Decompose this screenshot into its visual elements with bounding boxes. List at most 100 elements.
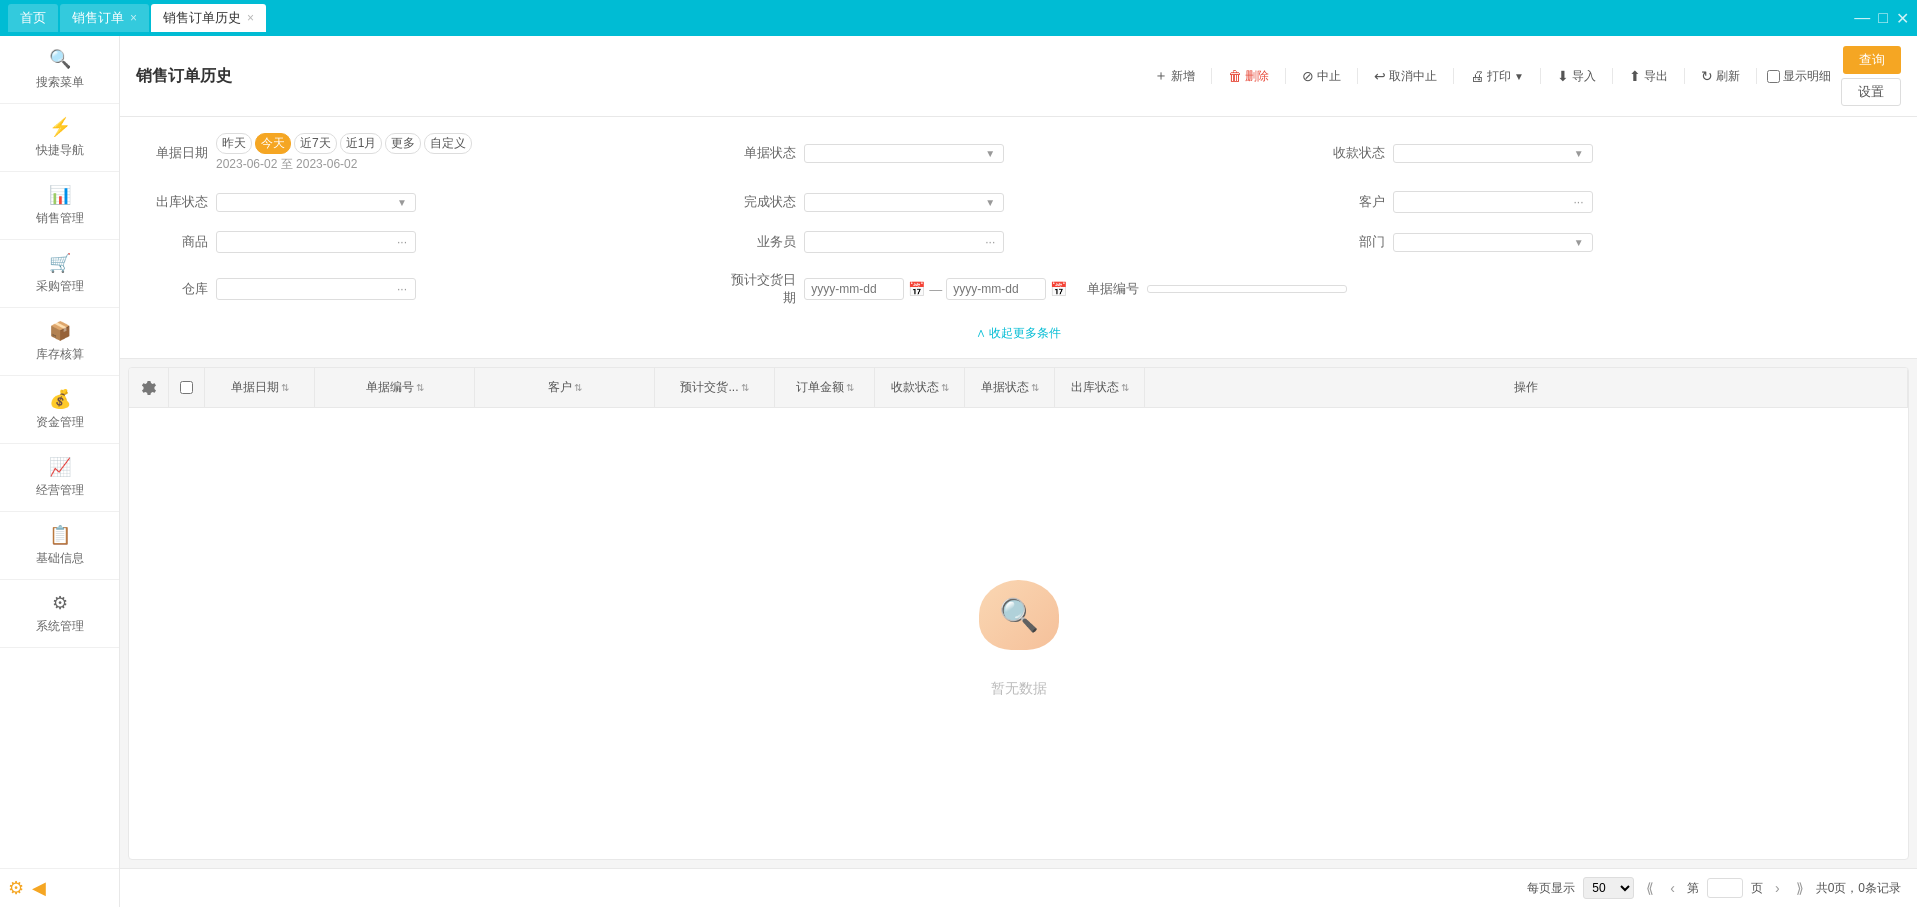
- date-btn-more[interactable]: 更多: [385, 133, 421, 154]
- tab-close-1[interactable]: ×: [130, 11, 137, 25]
- payment-status-arrow-icon: ▼: [1574, 148, 1584, 159]
- divider-2: [1285, 68, 1286, 84]
- sidebar-icon-5: 💰: [49, 388, 71, 410]
- dept-label: 部门: [1313, 233, 1393, 251]
- sidebar-icon-4: 📦: [49, 320, 71, 342]
- customer-input[interactable]: ···: [1393, 191, 1593, 213]
- expected-date-end-input[interactable]: [946, 278, 1046, 300]
- setting-button[interactable]: 设置: [1841, 78, 1901, 106]
- complete-status-select[interactable]: ▼: [804, 193, 1004, 212]
- filter-row-2: 出库状态 ▼ 完成状态 ▼ 客户: [136, 187, 1901, 217]
- th-stock-status[interactable]: 出库状态 ⇅: [1055, 368, 1145, 407]
- window-close-icon[interactable]: ✕: [1896, 9, 1909, 28]
- date-btn-yesterday[interactable]: 昨天: [216, 133, 252, 154]
- settings-bottom-icon[interactable]: ⚙: [8, 877, 24, 899]
- th-order-status-label: 单据状态: [981, 379, 1029, 396]
- date-btn-custom[interactable]: 自定义: [424, 133, 472, 154]
- print-button[interactable]: 🖨 打印 ▼: [1464, 65, 1530, 88]
- sidebar-item-7[interactable]: 📋 基础信息: [0, 512, 119, 580]
- last-page-btn[interactable]: ⟫: [1792, 879, 1808, 897]
- collapse-bar[interactable]: ∧ 收起更多条件: [136, 321, 1901, 346]
- sidebar-label-5: 资金管理: [36, 414, 84, 431]
- th-checkbox[interactable]: [169, 368, 205, 407]
- th-order-no[interactable]: 单据编号 ⇅: [315, 368, 475, 407]
- empty-illustration: 🔍: [969, 570, 1069, 670]
- salesman-dots-icon: ···: [985, 235, 995, 249]
- refresh-icon: ↻: [1701, 68, 1713, 84]
- date-dash: —: [929, 282, 942, 297]
- tab-1[interactable]: 销售订单×: [60, 4, 149, 32]
- tab-2[interactable]: 销售订单历史×: [151, 4, 266, 32]
- sidebar-label-3: 采购管理: [36, 278, 84, 295]
- th-order-status[interactable]: 单据状态 ⇅: [965, 368, 1055, 407]
- stock-status-select[interactable]: ▼: [216, 193, 416, 212]
- order-no-input[interactable]: [1147, 285, 1347, 293]
- sidebar-item-8[interactable]: ⚙ 系统管理: [0, 580, 119, 648]
- import-button[interactable]: ⬇ 导入: [1551, 65, 1602, 88]
- expected-date-start-input[interactable]: [804, 278, 904, 300]
- sidebar-item-4[interactable]: 📦 库存核算: [0, 308, 119, 376]
- salesman-input[interactable]: ···: [804, 231, 1004, 253]
- page-size-select[interactable]: 50 10 20 100: [1583, 877, 1634, 899]
- th-order-no-label: 单据编号: [366, 379, 414, 396]
- delete-label: 删除: [1245, 68, 1269, 85]
- date-btn-1month[interactable]: 近1月: [340, 133, 383, 154]
- dept-select[interactable]: ▼: [1393, 233, 1593, 252]
- refresh-button[interactable]: ↻ 刷新: [1695, 65, 1746, 88]
- next-page-btn[interactable]: ›: [1771, 879, 1784, 897]
- sidebar-label-0: 搜索菜单: [36, 74, 84, 91]
- filter-cell-warehouse: 仓库 ···: [136, 274, 724, 304]
- sidebar-item-2[interactable]: 📊 销售管理: [0, 172, 119, 240]
- page-input[interactable]: 1: [1707, 878, 1743, 898]
- date-btn-today[interactable]: 今天: [255, 133, 291, 154]
- th-date-sort-icon: ⇅: [281, 382, 289, 393]
- th-customer-label: 客户: [548, 379, 572, 396]
- payment-status-select[interactable]: ▼: [1393, 144, 1593, 163]
- cal-start-icon[interactable]: 📅: [908, 281, 925, 297]
- query-button[interactable]: 查询: [1843, 46, 1901, 74]
- sidebar-item-5[interactable]: 💰 资金管理: [0, 376, 119, 444]
- import-icon: ⬇: [1557, 68, 1569, 84]
- warehouse-input[interactable]: ···: [216, 278, 416, 300]
- cal-end-icon[interactable]: 📅: [1050, 281, 1067, 297]
- sidebar-item-0[interactable]: 🔍 搜索菜单: [0, 36, 119, 104]
- new-button[interactable]: ＋ 新增: [1148, 64, 1201, 88]
- stop-button[interactable]: ⊘ 中止: [1296, 65, 1347, 88]
- order-status-select[interactable]: ▼: [804, 144, 1004, 163]
- th-settings[interactable]: [129, 368, 169, 407]
- cancel-stop-label: 取消中止: [1389, 68, 1437, 85]
- collapse-sidebar-icon[interactable]: ◀: [32, 877, 46, 899]
- tab-0[interactable]: 首页: [8, 4, 58, 32]
- sidebar-item-1[interactable]: ⚡ 快捷导航: [0, 104, 119, 172]
- window-minimize-icon[interactable]: —: [1854, 9, 1870, 27]
- filter-cell-product: 商品 ···: [136, 227, 724, 257]
- tab-close-2[interactable]: ×: [247, 11, 254, 25]
- sidebar-item-6[interactable]: 📈 经营管理: [0, 444, 119, 512]
- display-cols-checkbox[interactable]: 显示明细: [1767, 68, 1831, 85]
- table-area: 单据日期 ⇅ 单据编号 ⇅ 客户 ⇅ 预计交货... ⇅ 订单金额 ⇅: [128, 367, 1909, 860]
- sidebar-icon-6: 📈: [49, 456, 71, 478]
- stock-status-label: 出库状态: [136, 193, 216, 211]
- export-button[interactable]: ⬆ 导出: [1623, 65, 1674, 88]
- new-label: 新增: [1171, 68, 1195, 85]
- complete-status-arrow-icon: ▼: [985, 197, 995, 208]
- select-all-checkbox[interactable]: [180, 381, 193, 394]
- product-input[interactable]: ···: [216, 231, 416, 253]
- sidebar-item-3[interactable]: 🛒 采购管理: [0, 240, 119, 308]
- th-customer[interactable]: 客户 ⇅: [475, 368, 655, 407]
- first-page-btn[interactable]: ⟪: [1642, 879, 1658, 897]
- display-cols-input[interactable]: [1767, 70, 1780, 83]
- cancel-stop-button[interactable]: ↩ 取消中止: [1368, 65, 1443, 88]
- th-pay-status[interactable]: 收款状态 ⇅: [875, 368, 965, 407]
- th-date[interactable]: 单据日期 ⇅: [205, 368, 315, 407]
- delete-button[interactable]: 🗑 删除: [1222, 65, 1275, 88]
- window-maximize-icon[interactable]: □: [1878, 9, 1888, 27]
- th-expected-date[interactable]: 预计交货... ⇅: [655, 368, 775, 407]
- date-btn-7days[interactable]: 近7天: [294, 133, 337, 154]
- sidebar-label-7: 基础信息: [36, 550, 84, 567]
- sidebar-icon-1: ⚡: [49, 116, 71, 138]
- customer-dots-icon: ···: [1574, 195, 1584, 209]
- th-amount-label: 订单金额: [796, 379, 844, 396]
- prev-page-btn[interactable]: ‹: [1666, 879, 1679, 897]
- th-amount[interactable]: 订单金额 ⇅: [775, 368, 875, 407]
